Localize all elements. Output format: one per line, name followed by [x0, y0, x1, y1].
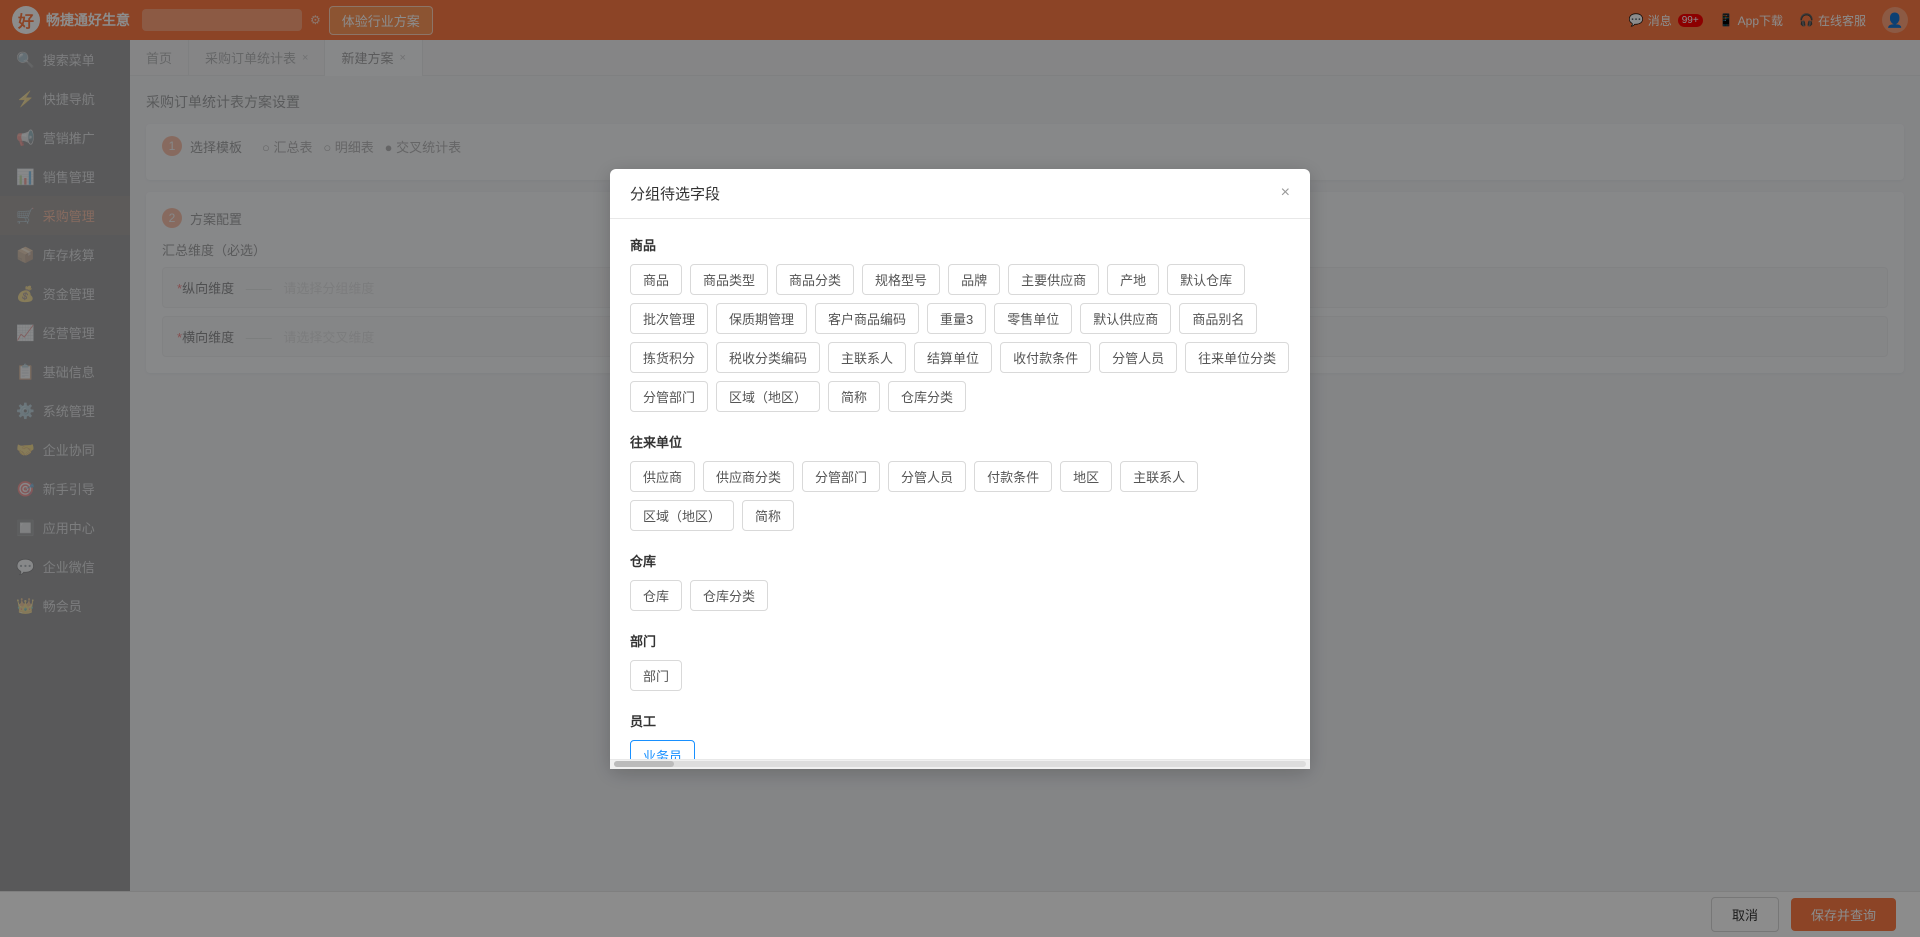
field-chip-4-0[interactable]: 业务员	[630, 740, 695, 760]
modal-body: 商品商品商品类型商品分类规格型号品牌主要供应商产地默认仓库批次管理保质期管理客户…	[610, 219, 1310, 760]
field-chip-0-22[interactable]: 分管部门	[630, 381, 708, 412]
field-chips-1: 供应商供应商分类分管部门分管人员付款条件地区主联系人区域（地区） 简称	[630, 461, 1290, 531]
field-group-0: 商品商品商品类型商品分类规格型号品牌主要供应商产地默认仓库批次管理保质期管理客户…	[630, 235, 1290, 412]
field-chip-0-25[interactable]: 仓库分类	[888, 381, 966, 412]
field-chip-2-1[interactable]: 仓库分类	[690, 580, 768, 611]
field-chip-1-0[interactable]: 供应商	[630, 461, 695, 492]
field-group-title-0: 商品	[630, 235, 1290, 254]
field-chip-0-6[interactable]: 产地	[1107, 264, 1159, 295]
field-chip-0-10[interactable]: 客户商品编码	[815, 303, 919, 334]
field-chip-1-8[interactable]: 简称	[742, 500, 794, 531]
field-chip-1-2[interactable]: 分管部门	[802, 461, 880, 492]
field-chip-0-14[interactable]: 商品别名	[1179, 303, 1257, 334]
field-chip-1-4[interactable]: 付款条件	[974, 461, 1052, 492]
field-chip-0-3[interactable]: 规格型号	[862, 264, 940, 295]
field-chip-0-15[interactable]: 拣货积分	[630, 342, 708, 373]
field-chip-1-5[interactable]: 地区	[1060, 461, 1112, 492]
field-group-title-2: 仓库	[630, 551, 1290, 570]
field-chips-0: 商品商品类型商品分类规格型号品牌主要供应商产地默认仓库批次管理保质期管理客户商品…	[630, 264, 1290, 412]
field-chip-0-12[interactable]: 零售单位	[994, 303, 1072, 334]
field-chip-1-3[interactable]: 分管人员	[888, 461, 966, 492]
field-group-1: 往来单位供应商供应商分类分管部门分管人员付款条件地区主联系人区域（地区） 简称	[630, 432, 1290, 531]
field-group-3: 部门部门	[630, 631, 1290, 691]
hscroll-thumb	[614, 761, 674, 767]
field-chip-0-13[interactable]: 默认供应商	[1080, 303, 1171, 334]
field-chips-3: 部门	[630, 660, 1290, 691]
field-chip-0-11[interactable]: 重量3	[927, 303, 986, 334]
field-group-title-4: 员工	[630, 711, 1290, 730]
modal-overlay: 分组待选字段 × 商品商品商品类型商品分类规格型号品牌主要供应商产地默认仓库批次…	[0, 0, 1920, 937]
field-chip-0-1[interactable]: 商品类型	[690, 264, 768, 295]
field-chip-1-1[interactable]: 供应商分类	[703, 461, 794, 492]
field-group-2: 仓库仓库仓库分类	[630, 551, 1290, 611]
field-chip-0-8[interactable]: 批次管理	[630, 303, 708, 334]
field-chip-0-7[interactable]: 默认仓库	[1167, 264, 1245, 295]
field-chip-0-0[interactable]: 商品	[630, 264, 682, 295]
field-group-title-1: 往来单位	[630, 432, 1290, 451]
hscroll-track	[614, 761, 1306, 767]
modal-header: 分组待选字段 ×	[610, 169, 1310, 219]
field-chip-1-6[interactable]: 主联系人	[1120, 461, 1198, 492]
field-chips-4: 业务员	[630, 740, 1290, 760]
modal-horizontal-scrollbar[interactable]	[610, 759, 1310, 768]
field-chip-0-5[interactable]: 主要供应商	[1008, 264, 1099, 295]
modal: 分组待选字段 × 商品商品商品类型商品分类规格型号品牌主要供应商产地默认仓库批次…	[610, 169, 1310, 769]
modal-close-btn[interactable]: ×	[1281, 184, 1290, 202]
field-chip-0-23[interactable]: 区域（地区）	[716, 381, 820, 412]
field-chip-0-20[interactable]: 分管人员	[1099, 342, 1177, 373]
field-chip-0-24[interactable]: 简称	[828, 381, 880, 412]
field-chip-0-2[interactable]: 商品分类	[776, 264, 854, 295]
field-group-4: 员工业务员	[630, 711, 1290, 760]
field-chip-2-0[interactable]: 仓库	[630, 580, 682, 611]
field-chips-2: 仓库仓库分类	[630, 580, 1290, 611]
field-chip-0-4[interactable]: 品牌	[948, 264, 1000, 295]
field-chip-0-9[interactable]: 保质期管理	[716, 303, 807, 334]
field-group-title-3: 部门	[630, 631, 1290, 650]
field-chip-3-0[interactable]: 部门	[630, 660, 682, 691]
field-chip-0-19[interactable]: 收付款条件	[1000, 342, 1091, 373]
field-chip-0-17[interactable]: 主联系人	[828, 342, 906, 373]
modal-title: 分组待选字段	[630, 183, 720, 204]
field-chip-1-7[interactable]: 区域（地区）	[630, 500, 734, 531]
field-chip-0-16[interactable]: 税收分类编码	[716, 342, 820, 373]
field-chip-0-21[interactable]: 往来单位分类	[1185, 342, 1289, 373]
field-chip-0-18[interactable]: 结算单位	[914, 342, 992, 373]
